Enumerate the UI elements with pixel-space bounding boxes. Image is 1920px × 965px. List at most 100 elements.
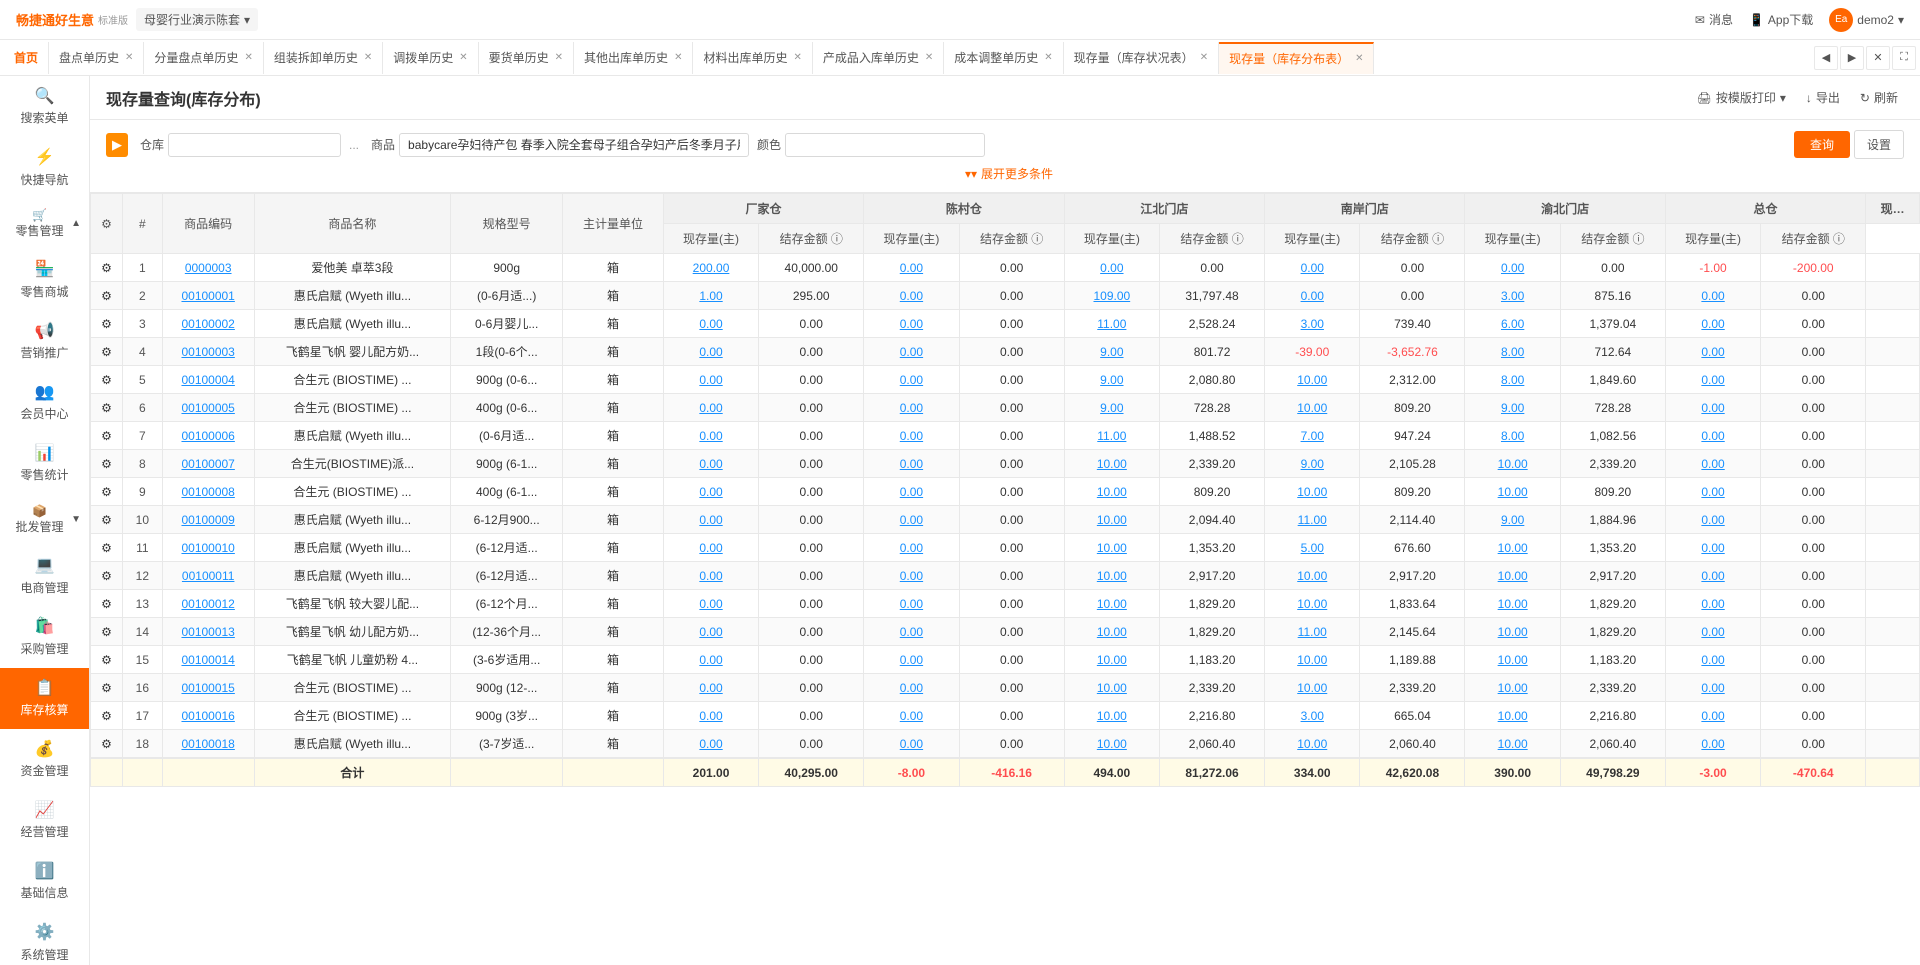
row-changjiacao-qty[interactable]: 0.00 [663,310,758,338]
row-yubei-qty[interactable]: 0.00 [1465,254,1560,282]
row-zongcang-qty[interactable]: 0.00 [1665,618,1760,646]
expand-filter-btn[interactable]: ▾▾ 展开更多条件 [965,165,1053,182]
row-chencun-qty[interactable]: 0.00 [864,506,959,534]
tab-5[interactable]: 其他出库单历史 ✕ [574,42,693,74]
row-code[interactable]: 00100011 [162,562,254,590]
row-gear[interactable]: ⚙ [91,674,123,702]
row-code[interactable]: 00100014 [162,646,254,674]
row-zongcang-qty[interactable]: 0.00 [1665,534,1760,562]
row-changjiacao-qty[interactable]: 0.00 [663,646,758,674]
row-chencun-qty[interactable]: 0.00 [864,646,959,674]
sidebar-item-members[interactable]: 👥 会员中心 [0,372,89,433]
row-zongcang-qty[interactable]: -1.00 [1665,254,1760,282]
message-btn[interactable]: ✉ 消息 [1695,11,1733,28]
company-selector[interactable]: 母婴行业演示陈套 ▾ [136,8,258,31]
close-icon[interactable]: ✕ [125,52,133,63]
row-chencun-qty[interactable]: 0.00 [864,310,959,338]
row-gear[interactable]: ⚙ [91,618,123,646]
sidebar-item-operations[interactable]: 📈 经营管理 [0,790,89,851]
row-jiangbei-qty[interactable]: 10.00 [1064,534,1159,562]
row-jiangbei-qty[interactable]: 10.00 [1064,618,1159,646]
row-nanan-qty[interactable]: 11.00 [1265,618,1360,646]
sidebar-item-inventory[interactable]: 📋 库存核算 [0,668,89,729]
row-nanan-qty[interactable]: 10.00 [1265,646,1360,674]
row-gear[interactable]: ⚙ [91,478,123,506]
row-jiangbei-qty[interactable]: 10.00 [1064,702,1159,730]
row-nanan-qty[interactable]: -39.00 [1265,338,1360,366]
row-nanan-qty[interactable]: 10.00 [1265,590,1360,618]
row-chencun-qty[interactable]: 0.00 [864,478,959,506]
row-yubei-qty[interactable]: 10.00 [1465,590,1560,618]
row-zongcang-qty[interactable]: 0.00 [1665,646,1760,674]
row-chencun-qty[interactable]: 0.00 [864,590,959,618]
row-gear[interactable]: ⚙ [91,562,123,590]
row-yubei-qty[interactable]: 9.00 [1465,394,1560,422]
row-code[interactable]: 00100016 [162,702,254,730]
table-container[interactable]: ⚙ # 商品编码 商品名称 规格型号 主计量单位 厂家仓 陈村仓 江北门店 南岸… [90,193,1920,965]
warehouse-dots[interactable]: ... [345,138,363,152]
row-changjiacao-qty[interactable]: 0.00 [663,450,758,478]
row-jiangbei-qty[interactable]: 10.00 [1064,506,1159,534]
row-jiangbei-qty[interactable]: 9.00 [1064,394,1159,422]
row-gear[interactable]: ⚙ [91,590,123,618]
row-gear[interactable]: ⚙ [91,506,123,534]
row-nanan-qty[interactable]: 10.00 [1265,562,1360,590]
tab-fullscreen-btn[interactable]: ⛶ [1892,46,1916,70]
sidebar-item-mall[interactable]: 🏪 零售商城 [0,249,89,310]
row-chencun-qty[interactable]: 0.00 [864,562,959,590]
tab-4[interactable]: 要货单历史 ✕ [479,42,574,74]
row-chencun-qty[interactable]: 0.00 [864,534,959,562]
row-zongcang-qty[interactable]: 0.00 [1665,338,1760,366]
row-code[interactable]: 00100010 [162,534,254,562]
row-gear[interactable]: ⚙ [91,254,123,282]
tab-10[interactable]: 现存量（库存分布表） ✕ [1219,42,1374,74]
row-chencun-qty[interactable]: 0.00 [864,674,959,702]
row-zongcang-qty[interactable]: 0.00 [1665,674,1760,702]
row-chencun-qty[interactable]: 0.00 [864,730,959,759]
row-code[interactable]: 00100004 [162,366,254,394]
row-code[interactable]: 00100007 [162,450,254,478]
row-gear[interactable]: ⚙ [91,282,123,310]
row-chencun-qty[interactable]: 0.00 [864,618,959,646]
row-yubei-qty[interactable]: 8.00 [1465,422,1560,450]
row-jiangbei-qty[interactable]: 0.00 [1064,254,1159,282]
row-changjiacao-qty[interactable]: 0.00 [663,478,758,506]
row-zongcang-qty[interactable]: 0.00 [1665,702,1760,730]
row-code[interactable]: 00100013 [162,618,254,646]
row-jiangbei-qty[interactable]: 11.00 [1064,310,1159,338]
row-gear[interactable]: ⚙ [91,394,123,422]
row-code[interactable]: 00100003 [162,338,254,366]
row-nanan-qty[interactable]: 10.00 [1265,730,1360,759]
row-changjiacao-qty[interactable]: 0.00 [663,534,758,562]
row-yubei-qty[interactable]: 10.00 [1465,730,1560,759]
row-code[interactable]: 00100009 [162,506,254,534]
close-icon[interactable]: ✕ [244,52,252,63]
row-code[interactable]: 00100012 [162,590,254,618]
row-code[interactable]: 00100006 [162,422,254,450]
row-nanan-qty[interactable]: 10.00 [1265,366,1360,394]
filter-arrow-btn[interactable]: ▶ [106,133,128,157]
row-changjiacao-qty[interactable]: 0.00 [663,674,758,702]
sidebar-item-nav[interactable]: ⚡ 快捷导航 [0,137,89,198]
row-yubei-qty[interactable]: 10.00 [1465,534,1560,562]
sidebar-item-system[interactable]: ⚙️ 系统管理 [0,912,89,965]
row-zongcang-qty[interactable]: 0.00 [1665,394,1760,422]
tab-8[interactable]: 成本调整单历史 ✕ [944,42,1063,74]
print-btn[interactable]: 🖨 按模版打印 ▾ [1691,86,1792,109]
sidebar-item-base[interactable]: ℹ️ 基础信息 [0,851,89,912]
row-gear[interactable]: ⚙ [91,702,123,730]
row-jiangbei-qty[interactable]: 9.00 [1064,366,1159,394]
tab-prev-btn[interactable]: ◀ [1814,46,1838,70]
row-zongcang-qty[interactable]: 0.00 [1665,310,1760,338]
row-yubei-qty[interactable]: 8.00 [1465,366,1560,394]
close-icon[interactable]: ✕ [1355,53,1363,64]
row-nanan-qty[interactable]: 7.00 [1265,422,1360,450]
row-gear[interactable]: ⚙ [91,422,123,450]
close-icon[interactable]: ✕ [364,52,372,63]
row-code[interactable]: 00100018 [162,730,254,759]
row-code[interactable]: 0000003 [162,254,254,282]
row-changjiacao-qty[interactable]: 0.00 [663,394,758,422]
row-yubei-qty[interactable]: 10.00 [1465,702,1560,730]
row-jiangbei-qty[interactable]: 11.00 [1064,422,1159,450]
row-jiangbei-qty[interactable]: 10.00 [1064,590,1159,618]
